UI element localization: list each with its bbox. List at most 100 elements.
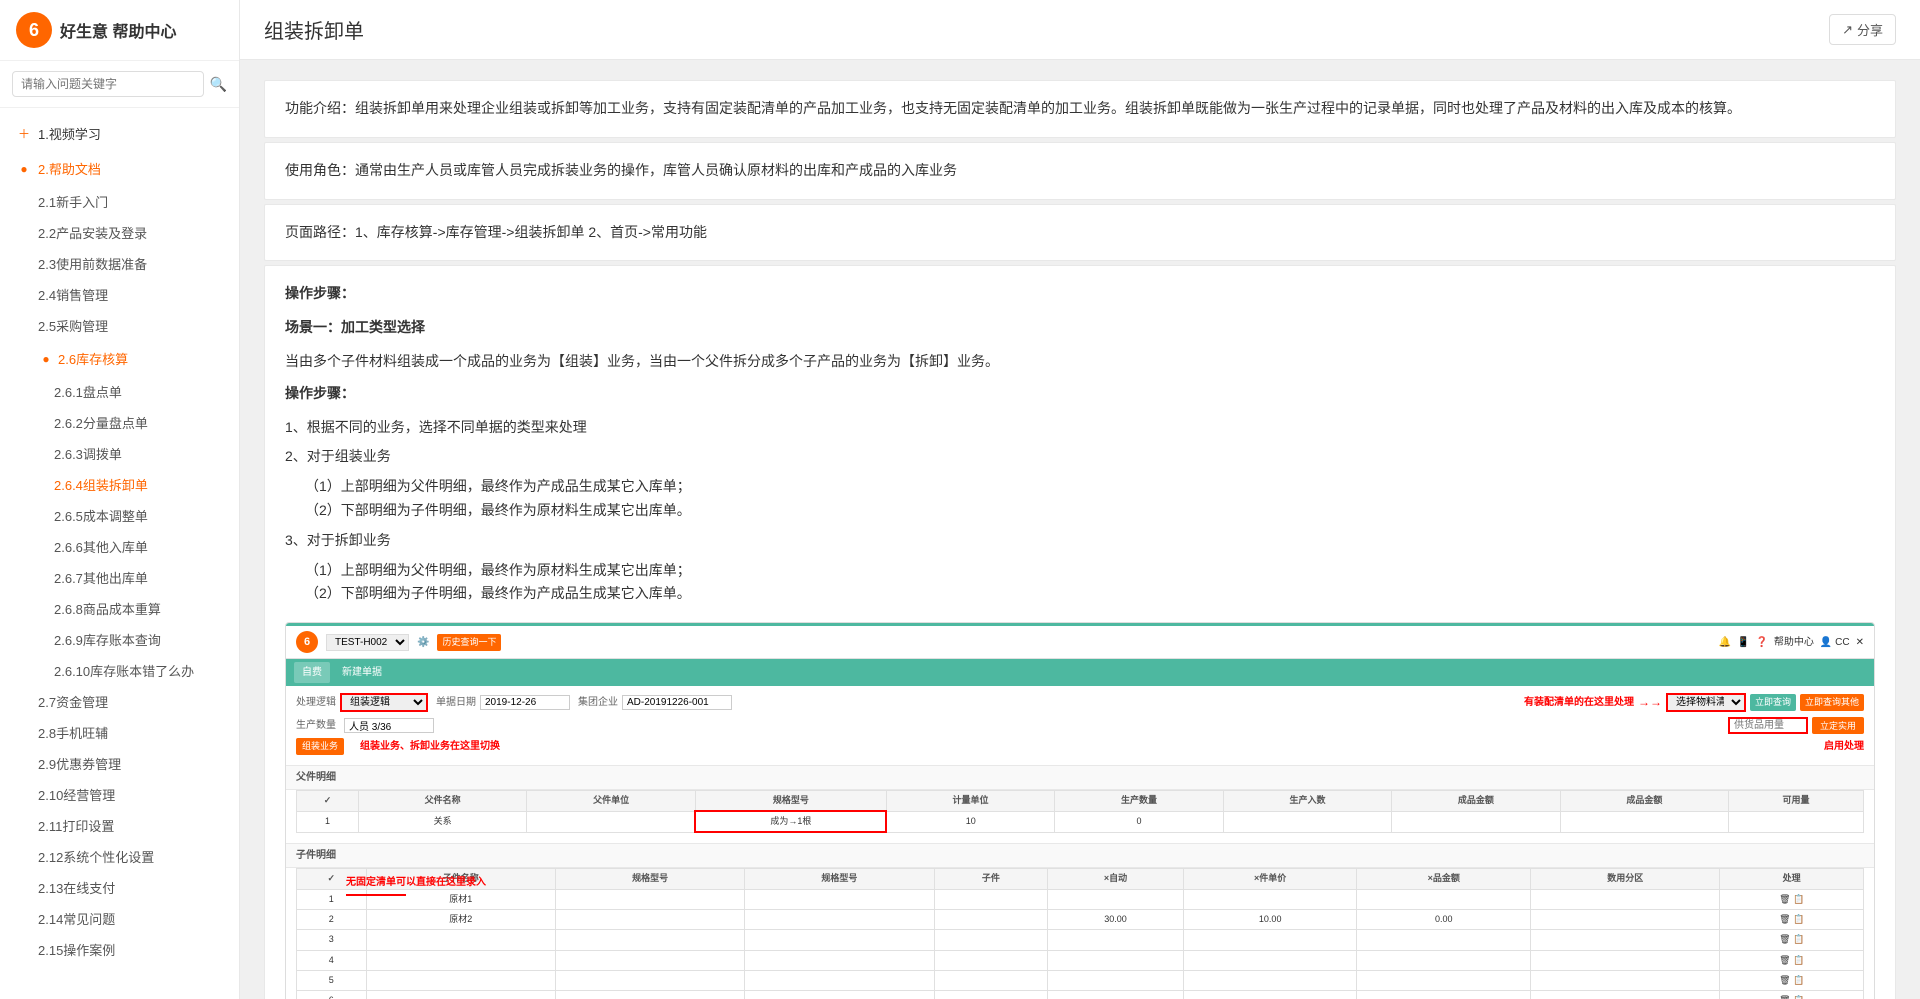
inner-date-input[interactable] [480, 695, 570, 710]
col-measure: 计量单位 [886, 790, 1054, 811]
cell2-spec1b [745, 889, 934, 909]
inner-apply-btn[interactable]: 立定实用 [1812, 717, 1864, 734]
sidebar-item-dataprep[interactable]: 2.3使用前数据准备 [0, 248, 239, 279]
cell2-name2: 原材2 [366, 910, 555, 930]
inner-form-row2: 生产数量 立定实用 [296, 717, 1864, 734]
ops-label: 操作步骤： [285, 282, 1875, 306]
scene1-desc: 当由多个子件材料组装成一个成品的业务为【组装】业务，当由一个父件拆分成多个子产品… [285, 350, 1875, 374]
search-input[interactable] [12, 71, 204, 97]
sidebar-item-other-in[interactable]: 2.6.6其他入库单 [16, 531, 239, 562]
inner-icon4: 帮助中心 [1774, 634, 1814, 651]
table-row: 4🗑 📋 [297, 950, 1864, 970]
nav-sub-list-inventory: 2.6.1盘点单 2.6.2分量盘点单 2.6.3调拨单 2.6.4组装拆卸单 … [0, 376, 239, 686]
inner-bom-select[interactable]: 选择物料清单 [1666, 693, 1746, 712]
inner-form-row1: 处理逻辑 组装逻辑 拆卸逻辑 单据日期 集 [296, 692, 1864, 712]
inner-type-label: 组装业务 [296, 738, 344, 755]
cell-prod-amt1 [1392, 811, 1560, 832]
col2-spec1: 规格型号 [555, 869, 744, 889]
inner-app: 6 TEST-H002 ⚙️ 历史查询一下 🔔 📱 ❓ 帮助中心 [286, 623, 1874, 999]
inner-process-btn[interactable]: 立即查询其他 [1800, 694, 1864, 711]
inner-logic-select[interactable]: 组装逻辑 拆卸逻辑 [340, 693, 428, 712]
cell2-spec2b [745, 910, 934, 930]
intro-text: 功能介绍：组装拆卸单用来处理企业组装或拆卸等加工业务，支持有固定装配清单的产品加… [285, 100, 1741, 116]
inner-material-input[interactable] [1728, 717, 1808, 734]
col-check: ✓ [297, 790, 359, 811]
cell-prod-qty: 0 [1055, 811, 1223, 832]
cell2-spec1a [555, 889, 744, 909]
cell2-child1 [934, 889, 1048, 909]
inner-table2-wrap: 无固定清单可以直接在这里录入 ✓ 子件名称 规格型号 规格型号 子件 [286, 868, 1874, 999]
inner-qty-input[interactable] [344, 718, 434, 733]
app-logo-icon: 6 [16, 12, 52, 48]
sidebar-item-print[interactable]: 2.11打印设置 [0, 810, 239, 841]
cell-check: 1 [297, 811, 359, 832]
inner-confirm-btn[interactable]: 立即查询 [1750, 694, 1796, 711]
sidebar-item-online-pay[interactable]: 2.13在线支付 [0, 872, 239, 903]
col-prod-amt1: 成品金额 [1392, 790, 1560, 811]
inner-avatar: 👤 CC [1820, 634, 1850, 651]
search-box: 🔍 [0, 61, 239, 108]
sidebar-item-inventory[interactable]: ● 2.6库存核算 [0, 341, 239, 376]
sidebar-item-mobile[interactable]: 2.8手机旺辅 [0, 717, 239, 748]
table-row: 1 原材1 🗑 📋 [297, 889, 1864, 909]
inner-app-nav: 自费 新建单据 [286, 659, 1874, 686]
path-text: 页面路径：1、库存核算->库存管理->组装拆卸单 2、首页->常用功能 [285, 224, 707, 240]
sidebar-item-install[interactable]: 2.2产品安装及登录 [0, 217, 239, 248]
sidebar-item-stock-check[interactable]: 2.6.9库存账本查询 [16, 624, 239, 655]
step2-sub2: （2）下部明细为子件明细，最终作为原材料生成某它出库单。 [305, 499, 1875, 523]
inner-id-label: 集团企业 [578, 694, 618, 711]
inner-tab-self[interactable]: 自费 [294, 662, 330, 683]
minus-icon: ● [16, 161, 32, 177]
ops-label2: 操作步骤： [285, 382, 1875, 406]
cell2-price1 [1183, 889, 1357, 909]
step2: 2、对于组装业务 [285, 445, 1875, 469]
sidebar-item-coupon[interactable]: 2.9优惠券管理 [0, 748, 239, 779]
sidebar-item-cases[interactable]: 2.15操作案例 [0, 934, 239, 965]
cell2-amt2: 0.00 [1357, 910, 1531, 930]
inner-close-icon[interactable]: ✕ [1856, 634, 1864, 651]
sidebar-item-faq[interactable]: 2.14常见问题 [0, 903, 239, 934]
annotation-text5: 无固定清单可以直接在这里录入 [346, 877, 486, 888]
step3: 3、对于拆卸业务 [285, 529, 1875, 553]
sidebar-item-operations[interactable]: 2.10经营管理 [0, 779, 239, 810]
sidebar-item-purchase[interactable]: 2.5采购管理 [0, 310, 239, 341]
cell2-auto2: 30.00 [1048, 910, 1184, 930]
inner-company-select[interactable]: TEST-H002 [326, 634, 409, 651]
sidebar-item-capital[interactable]: 2.7资金管理 [0, 686, 239, 717]
inner-id-field: 集团企业 [578, 694, 732, 711]
cell-measure: 10 [886, 811, 1054, 832]
nav-sub-list-helpdoc: 2.1新手入门 2.2产品安装及登录 2.3使用前数据准备 2.4销售管理 2.… [0, 186, 239, 965]
sidebar-item-goods-cost[interactable]: 2.6.8商品成本重算 [16, 593, 239, 624]
sidebar-item-sales[interactable]: 2.4销售管理 [0, 279, 239, 310]
col2-auto: ×自动 [1048, 869, 1184, 889]
sidebar-item-transfer[interactable]: 2.6.3调拨单 [16, 438, 239, 469]
inner-query-btn[interactable]: 历史查询一下 [437, 634, 501, 651]
col2-process: 处理 [1720, 869, 1864, 889]
screenshot-container: 6 TEST-H002 ⚙️ 历史查询一下 🔔 📱 ❓ 帮助中心 [285, 622, 1875, 999]
inner-tab-new[interactable]: 新建单据 [334, 662, 390, 683]
search-icon[interactable]: 🔍 [210, 76, 227, 93]
sidebar-item-video[interactable]: ＋ 1.视频学习 [0, 116, 239, 151]
cell2-child2 [934, 910, 1048, 930]
sidebar-item-stocktake[interactable]: 2.6.1盘点单 [16, 376, 239, 407]
inner-form: 处理逻辑 组装逻辑 拆卸逻辑 单据日期 集 [286, 686, 1874, 765]
sidebar-item-helpdoc[interactable]: ● 2.帮助文档 [0, 151, 239, 186]
sidebar-item-cost-adjust[interactable]: 2.6.5成本调整单 [16, 500, 239, 531]
inner-id-input[interactable] [622, 695, 732, 710]
sidebar-item-account-err[interactable]: 2.6.10库存账本错了么办 [16, 655, 239, 686]
sidebar-item-partial-stock[interactable]: 2.6.2分量盘点单 [16, 407, 239, 438]
sidebar-item-newbie[interactable]: 2.1新手入门 [0, 186, 239, 217]
share-button[interactable]: ↗ 分享 [1829, 14, 1896, 45]
scene1-label: 场景一：加工类型选择 [285, 316, 1875, 340]
table-row: 6🗑 📋 [297, 991, 1864, 999]
inner-sub-header1: 父件明细 [286, 765, 1874, 790]
col2-child: 子件 [934, 869, 1048, 889]
inner-sub-header2: 子件明细 [286, 843, 1874, 868]
sidebar-item-other-out[interactable]: 2.6.7其他出库单 [16, 562, 239, 593]
inner-header-right: 🔔 📱 ❓ 帮助中心 👤 CC ✕ [1719, 634, 1864, 651]
inner-icon2: 📱 [1737, 634, 1749, 651]
intro-card: 功能介绍：组装拆卸单用来处理企业组装或拆卸等加工业务，支持有固定装配清单的产品加… [264, 80, 1896, 138]
step2-sub1: （1）上部明细为父件明细，最终作为产成品生成某它入库单； [305, 475, 1875, 499]
sidebar-item-personalize[interactable]: 2.12系统个性化设置 [0, 841, 239, 872]
sidebar-item-assembly[interactable]: 2.6.4组装拆卸单 [16, 469, 239, 500]
